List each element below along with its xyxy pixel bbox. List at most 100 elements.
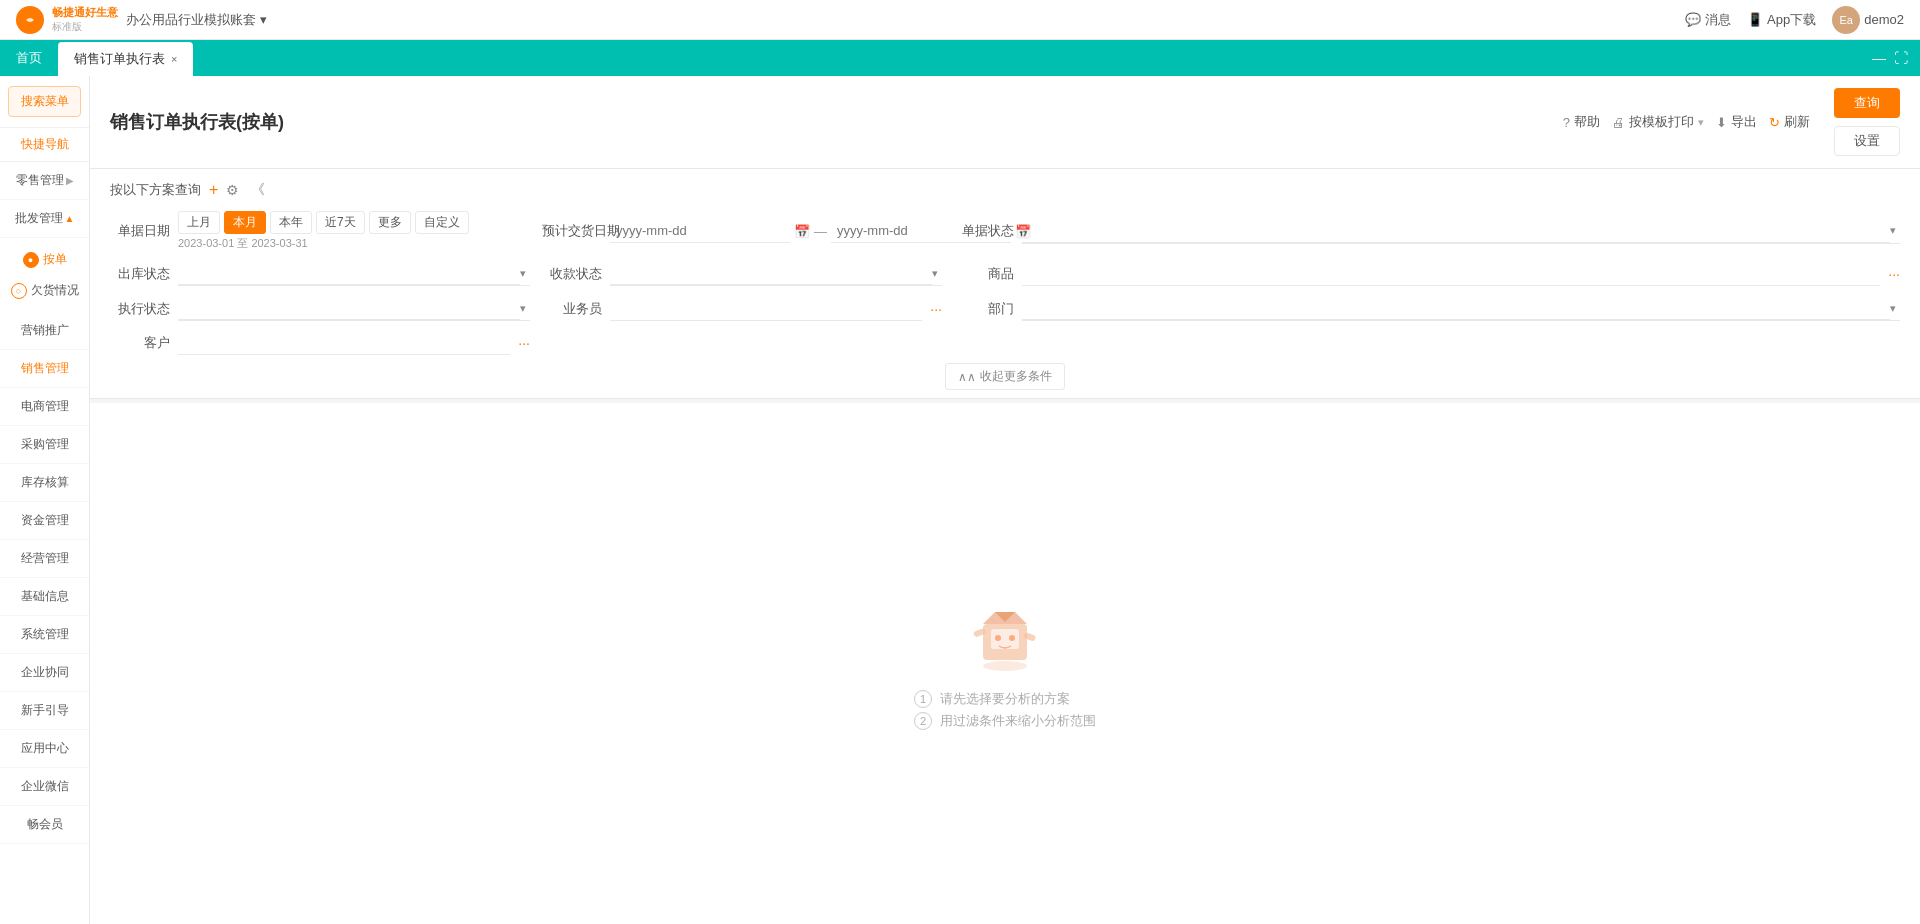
- company-selector[interactable]: 办公用品行业模拟账套 ▾: [126, 11, 267, 29]
- sidebar-item-purchase[interactable]: 采购管理: [0, 426, 89, 464]
- logo-icon: [16, 6, 44, 34]
- expected-date-from[interactable]: [610, 219, 790, 243]
- page-title: 销售订单执行表(按单): [110, 110, 284, 134]
- filter-row-3: 执行状态 ▾ 业务员 ··· 部门: [110, 296, 1900, 321]
- help-icon: ?: [1563, 115, 1570, 130]
- dept-chevron-icon[interactable]: ▾: [1890, 302, 1900, 315]
- collapse-button[interactable]: ∧∧ 收起更多条件: [945, 363, 1065, 390]
- print-icon: 🖨: [1612, 115, 1625, 130]
- dept-label: 部门: [954, 300, 1014, 318]
- svg-point-5: [1009, 635, 1015, 641]
- tag-7days[interactable]: 近7天: [316, 211, 365, 234]
- sidebar-item-retail[interactable]: 零售管理 ▶: [0, 162, 89, 200]
- customer-more-icon[interactable]: ···: [518, 335, 530, 351]
- export-icon: ⬇: [1716, 115, 1727, 130]
- sidebar-item-inventory[interactable]: 库存核算: [0, 464, 89, 502]
- filter-collapse-icon[interactable]: 《: [251, 181, 265, 199]
- delivery-status-chevron-icon[interactable]: ▾: [520, 267, 530, 280]
- sidebar-item-sales[interactable]: 销售管理: [0, 350, 89, 388]
- salesperson-more-icon[interactable]: ···: [930, 301, 942, 317]
- sidebar-item-ecommerce[interactable]: 电商管理: [0, 388, 89, 426]
- empty-tip-1: 1 请先选择要分析的方案: [914, 690, 1096, 708]
- subitem-label: 按单: [43, 251, 67, 268]
- search-menu-btn[interactable]: 搜索菜单: [8, 86, 81, 117]
- order-status-chevron-icon[interactable]: ▾: [1890, 224, 1900, 237]
- exec-status-chevron-icon[interactable]: ▾: [520, 302, 530, 315]
- filter-rows: 单据日期 上月 本月 本年 近7天 更多 自定义 2023-03-01 至 20…: [110, 211, 1900, 355]
- maximize-icon[interactable]: ⛶: [1894, 50, 1908, 66]
- refresh-btn[interactable]: ↻ 刷新: [1769, 113, 1810, 131]
- date-tag-buttons: 上月 本月 本年 近7天 更多 自定义: [178, 211, 530, 234]
- message-btn[interactable]: 💬 消息: [1685, 11, 1731, 29]
- empty-area: 1 请先选择要分析的方案 2 用过滤条件来缩小分析范围: [90, 403, 1920, 924]
- date-label: 单据日期: [110, 222, 170, 240]
- nav-tabs: 首页 销售订单执行表 × — ⛶: [0, 40, 1920, 76]
- app-download-btn[interactable]: 📱 App下载: [1747, 11, 1816, 29]
- tag-more[interactable]: 更多: [369, 211, 411, 234]
- salesperson-input[interactable]: [610, 297, 922, 321]
- expected-date-label: 预计交货日期: [542, 222, 602, 240]
- tag-custom[interactable]: 自定义: [415, 211, 469, 234]
- date-hint: 2023-03-01 至 2023-03-31: [178, 236, 530, 251]
- tab-close-icon[interactable]: ×: [171, 53, 177, 65]
- tab-sales-order[interactable]: 销售订单执行表 ×: [58, 42, 193, 76]
- sidebar-item-wechat[interactable]: 企业微信: [0, 768, 89, 806]
- print-btn[interactable]: 🖨 按模板打印 ▾: [1612, 113, 1704, 131]
- sidebar-item-finance[interactable]: 资金管理: [0, 502, 89, 540]
- customer-input[interactable]: [178, 331, 510, 355]
- filter-salesperson-field: 业务员 ···: [542, 297, 942, 321]
- receipt-status-input[interactable]: [610, 261, 932, 285]
- user-avatar-area[interactable]: Ea demo2: [1832, 6, 1904, 34]
- goods-more-icon[interactable]: ···: [1888, 266, 1900, 282]
- tag-this-year[interactable]: 本年: [270, 211, 312, 234]
- tab-home[interactable]: 首页: [0, 40, 58, 76]
- sidebar-item-system[interactable]: 系统管理: [0, 616, 89, 654]
- receipt-status-chevron-icon[interactable]: ▾: [932, 267, 942, 280]
- sidebar-item-marketing[interactable]: 营销推广: [0, 312, 89, 350]
- sidebar-item-apps[interactable]: 应用中心: [0, 730, 89, 768]
- delivery-status-input[interactable]: [178, 261, 520, 285]
- filter-order-status-field: 单据状态 ▾: [954, 219, 1900, 244]
- sidebar-item-basic[interactable]: 基础信息: [0, 578, 89, 616]
- receipt-status-label: 收款状态: [542, 265, 602, 283]
- sidebar-item-wholesale[interactable]: 批发管理 ▲: [0, 200, 89, 238]
- tag-last-month[interactable]: 上月: [178, 211, 220, 234]
- export-btn[interactable]: ⬇ 导出: [1716, 113, 1757, 131]
- message-icon: 💬: [1685, 12, 1701, 27]
- sidebar-subitem-欠货情况[interactable]: ○ 欠货情况: [0, 275, 89, 306]
- header-right: 💬 消息 📱 App下载 Ea demo2: [1685, 6, 1904, 34]
- empty-illustration: [965, 594, 1045, 674]
- delivery-status-label: 出库状态: [110, 265, 170, 283]
- filter-delivery-status-field: 出库状态 ▾: [110, 261, 530, 286]
- filter-receipt-status-field: 收款状态 ▾: [542, 261, 942, 286]
- goods-input[interactable]: [1022, 262, 1880, 286]
- calendar-icon-from[interactable]: 📅: [794, 224, 810, 239]
- settings-button[interactable]: 设置: [1834, 126, 1900, 156]
- filter-goods-field: 商品 ···: [954, 262, 1900, 286]
- sidebar-item-member[interactable]: 畅会员: [0, 806, 89, 844]
- chevron-down-icon: ▲: [65, 213, 75, 224]
- sidebar-item-newbie[interactable]: 新手引导: [0, 692, 89, 730]
- filter-add-btn[interactable]: +: [209, 181, 218, 199]
- minimize-icon[interactable]: —: [1872, 50, 1886, 66]
- filter-section-header: 按以下方案查询 + ⚙ 《: [110, 181, 1900, 199]
- filter-customer-field: 客户 ···: [110, 331, 530, 355]
- salesperson-label: 业务员: [542, 300, 602, 318]
- query-button[interactable]: 查询: [1834, 88, 1900, 118]
- sidebar-item-enterprise[interactable]: 企业协同: [0, 654, 89, 692]
- sidebar-subitem-按单[interactable]: ● 按单: [0, 244, 89, 275]
- dept-input[interactable]: [1022, 296, 1890, 320]
- nav-tabs-right: — ⛶: [1872, 50, 1920, 66]
- filter-expected-date-field: 预计交货日期 📅 — 📅: [542, 219, 942, 243]
- sidebar-item-operations[interactable]: 经营管理: [0, 540, 89, 578]
- filter-settings-icon[interactable]: ⚙: [226, 182, 239, 198]
- chevron-right-icon: ▶: [66, 175, 74, 186]
- order-status-input[interactable]: [1022, 219, 1890, 243]
- query-settings-col: 查询 设置: [1822, 88, 1900, 156]
- help-btn[interactable]: ? 帮助: [1563, 113, 1600, 131]
- exec-status-label: 执行状态: [110, 300, 170, 318]
- tag-this-month[interactable]: 本月: [224, 211, 266, 234]
- exec-status-input[interactable]: [178, 296, 520, 320]
- quick-nav-btn[interactable]: 快捷导航: [0, 128, 89, 162]
- filter-exec-status-field: 执行状态 ▾: [110, 296, 530, 321]
